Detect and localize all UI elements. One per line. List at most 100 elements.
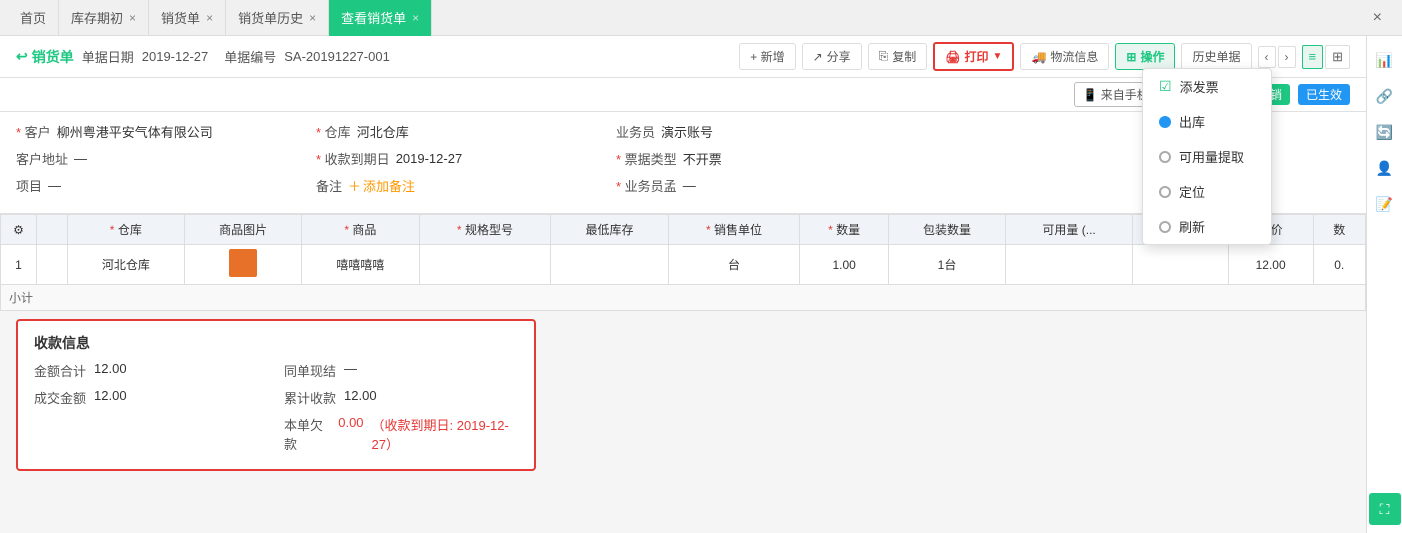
print-button[interactable]: 🖨 打印 ▼	[933, 42, 1014, 71]
row-unit: 台	[668, 245, 800, 285]
operation-button[interactable]: ⊞ 操作	[1115, 43, 1175, 70]
sidebar-icon-3[interactable]: 🔄	[1369, 116, 1401, 148]
staff-value: 演示账号	[661, 122, 713, 141]
row-image	[184, 245, 301, 285]
truck-icon: 🚚	[1031, 50, 1046, 64]
gear-icon: ⚙	[13, 223, 24, 237]
warehouse-value: 河北仓库	[357, 122, 409, 141]
outbound-label: 出库	[1179, 112, 1205, 131]
cumulative-value: 12.00	[344, 388, 377, 407]
user-icon: 👤	[1376, 160, 1393, 177]
link-icon: 🔗	[1376, 88, 1393, 105]
total-amount-value: 12.00	[94, 361, 127, 380]
staff-label: 业务员	[616, 122, 655, 141]
owed-note: （收款到期日: 2019-12-27）	[372, 415, 518, 453]
operation-dropdown: ☑ 添发票 出库 可用量提取 定位 刷新	[1142, 68, 1272, 245]
tab-sales-order[interactable]: 销货单 ×	[149, 0, 226, 36]
th-settings[interactable]: ⚙	[1, 215, 37, 245]
deal-amount-label: 成交金额	[34, 388, 86, 407]
row-pack: 1台	[888, 245, 1005, 285]
tab-sales-history[interactable]: 销货单历史 ×	[226, 0, 329, 36]
view-list-button[interactable]: ≡	[1302, 45, 1324, 69]
row-num2	[37, 245, 68, 285]
customer-field: 客户 柳州粤港平安气体有限公司	[16, 122, 276, 141]
logistics-button[interactable]: 🚚 物流信息	[1020, 43, 1109, 70]
subtotal-row: 小计	[1, 285, 1366, 311]
add-invoice-label: 添发票	[1180, 77, 1219, 96]
window-close-button[interactable]: ×	[1361, 9, 1394, 27]
staff2-label: 业务员孟	[616, 176, 677, 195]
tab-inventory-init[interactable]: 库存期初 ×	[59, 0, 149, 36]
tab-sales-history-close[interactable]: ×	[309, 11, 316, 25]
sidebar-icon-5[interactable]: 📝	[1369, 188, 1401, 220]
tab-inventory-init-label: 库存期初	[71, 8, 123, 27]
row-quantity: 1.00	[800, 245, 888, 285]
dropdown-refresh[interactable]: 刷新	[1143, 209, 1271, 244]
grid-icon: ⊞	[1126, 50, 1136, 64]
doc-type-badge: ↩ 销货单	[16, 47, 74, 67]
dropdown-add-invoice[interactable]: ☑ 添发票	[1143, 69, 1271, 104]
locate-label: 定位	[1179, 182, 1205, 201]
sidebar-icon-2[interactable]: 🔗	[1369, 80, 1401, 112]
ticket-type-field: 票据类型 不开票	[616, 149, 876, 168]
th-product: * 商品	[302, 215, 419, 245]
cumulative-row: 累计收款 12.00	[284, 388, 518, 407]
tab-sales-history-label: 销货单历史	[238, 8, 303, 27]
sidebar-icon-4[interactable]: 👤	[1369, 152, 1401, 184]
transaction-row: 同单现结 —	[284, 361, 518, 380]
transaction-label: 同单现结	[284, 361, 336, 380]
ticket-type-value: 不开票	[683, 149, 722, 168]
dropdown-locate[interactable]: 定位	[1143, 174, 1271, 209]
th-quantity: * 数量	[800, 215, 888, 245]
row-spec	[419, 245, 551, 285]
row-product: 嘻嘻嘻嘻	[302, 245, 419, 285]
add-note-button[interactable]: ＋ 添加备注	[348, 176, 415, 195]
view-grid-button[interactable]: ⊞	[1325, 45, 1350, 69]
tab-home[interactable]: 首页	[8, 0, 59, 36]
tab-inventory-init-close[interactable]: ×	[129, 11, 136, 25]
footer-info: 收款信息 金额合计 12.00 同单现结 — 成交金额 12.00 累计收款 1…	[16, 319, 536, 471]
doc-date-label: 单据日期 2019-12-27	[82, 47, 209, 66]
view-toggle: ≡ ⊞	[1302, 45, 1351, 69]
staff-field: 业务员 演示账号	[616, 122, 876, 141]
tab-sales-order-close[interactable]: ×	[206, 11, 213, 25]
sidebar-icon-1[interactable]: 📊	[1369, 44, 1401, 76]
dropdown-quantity-extract[interactable]: 可用量提取	[1143, 139, 1271, 174]
payment-date-value: 2019-12-27	[396, 151, 463, 166]
share-button[interactable]: ↗ 分享	[802, 43, 862, 70]
prev-button[interactable]: ‹	[1258, 46, 1276, 68]
right-sidebar: 📊 🔗 🔄 👤 📝 ⛶	[1366, 36, 1402, 533]
copy-button[interactable]: ⎘ 复制	[868, 43, 928, 70]
tab-view-sales[interactable]: 查看销货单 ×	[329, 0, 432, 36]
staff2-field: 业务员孟 —	[616, 176, 876, 195]
th-image: 商品图片	[184, 215, 301, 245]
owed-value: 0.00	[338, 415, 363, 453]
print-icon: 🖨	[945, 50, 960, 64]
th-pack: 包装数量	[888, 215, 1005, 245]
sidebar-icon-6[interactable]: ⛶	[1369, 493, 1401, 525]
tab-view-sales-label: 查看销货单	[341, 8, 406, 27]
dropdown-outbound[interactable]: 出库	[1143, 104, 1271, 139]
note-icon: 📝	[1376, 196, 1393, 213]
staff2-value: —	[683, 178, 696, 193]
footer-grid: 金额合计 12.00 同单现结 — 成交金额 12.00 累计收款 12.00 …	[34, 361, 518, 457]
new-button[interactable]: + 新增	[739, 43, 795, 70]
th-available: 可用量 (...	[1006, 215, 1133, 245]
warehouse-field: 仓库 河北仓库	[316, 122, 576, 141]
tab-bar-right: ×	[1361, 9, 1394, 27]
deal-amount-row: 成交金额 12.00	[34, 388, 268, 407]
th-min-stock: 最低库存	[551, 215, 668, 245]
next-button[interactable]: ›	[1278, 46, 1296, 68]
radio-locate-icon	[1159, 186, 1171, 198]
chart-icon: 📊	[1376, 52, 1393, 69]
history-button[interactable]: 历史单据	[1181, 43, 1251, 70]
table-row: 1 河北仓库 嘻嘻嘻嘻 台 1.00 1台	[1, 245, 1366, 285]
owed-label: 本单欠款	[284, 415, 330, 453]
tab-view-sales-close[interactable]: ×	[412, 11, 419, 25]
address-label: 客户地址	[16, 149, 68, 168]
ticket-type-label: 票据类型	[616, 149, 677, 168]
th-unit: * 销售单位	[668, 215, 800, 245]
doc-meta: 单据日期 2019-12-27 单据编号 SA-20191227-001	[82, 47, 390, 66]
note-label: 备注	[316, 176, 342, 195]
checkbox-icon: ☑	[1159, 78, 1172, 95]
